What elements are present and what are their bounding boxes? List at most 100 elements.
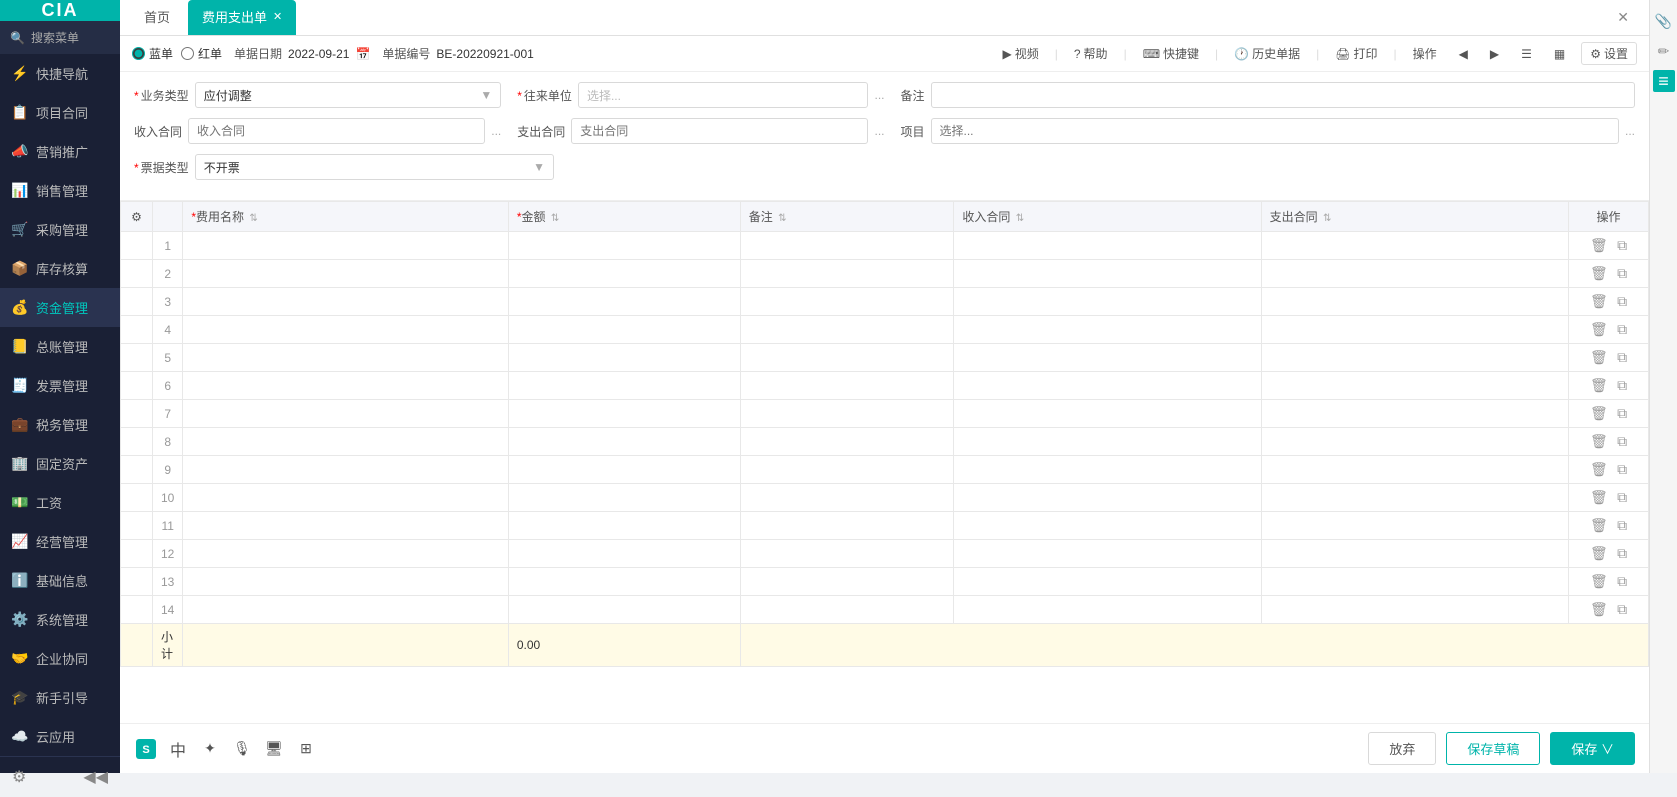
- row-income-contract-cell[interactable]: [954, 372, 1261, 400]
- delete-icon[interactable]: 🗑: [1590, 461, 1608, 477]
- right-panel-icon-2[interactable]: ✏: [1653, 40, 1675, 62]
- row-expense-name-cell[interactable]: [183, 260, 509, 288]
- delete-icon[interactable]: 🗑: [1590, 489, 1608, 505]
- row-expense-name-cell[interactable]: [183, 512, 509, 540]
- row-income-contract-cell[interactable]: [954, 456, 1261, 484]
- row-income-contract-cell[interactable]: [954, 568, 1261, 596]
- nav-prev-btn[interactable]: ◀: [1453, 45, 1474, 63]
- save-draft-button[interactable]: 保存草稿: [1446, 732, 1540, 765]
- row-expense-contract-cell[interactable]: [1261, 596, 1568, 624]
- to-unit-select[interactable]: 选择...: [578, 82, 869, 108]
- copy-icon[interactable]: ⧉: [1617, 349, 1627, 365]
- sidebar-item-base-info[interactable]: ℹ️ 基础信息: [0, 561, 120, 600]
- shortcut-btn[interactable]: ⌨ 快捷键: [1137, 43, 1205, 64]
- row-expense-name-cell[interactable]: [183, 428, 509, 456]
- print-btn[interactable]: 🖨 打印: [1329, 43, 1383, 64]
- col-income-contract[interactable]: 收入合同 ⇅: [954, 202, 1261, 232]
- row-expense-contract-cell[interactable]: [1261, 568, 1568, 596]
- row-expense-name-cell[interactable]: [183, 596, 509, 624]
- sidebar-search[interactable]: 🔍 搜索菜单: [0, 21, 120, 54]
- copy-icon[interactable]: ⧉: [1617, 321, 1627, 337]
- row-expense-contract-cell[interactable]: [1261, 232, 1568, 260]
- sidebar-item-quick-nav[interactable]: ⚡ 快捷导航: [0, 54, 120, 93]
- col-note[interactable]: 备注 ⇅: [740, 202, 954, 232]
- sidebar-item-sales[interactable]: 📊 销售管理: [0, 171, 120, 210]
- row-note-cell[interactable]: [740, 400, 954, 428]
- sidebar-item-fund[interactable]: 💰 资金管理: [0, 288, 120, 327]
- tab-home[interactable]: 首页: [130, 0, 184, 35]
- delete-icon[interactable]: 🗑: [1590, 433, 1608, 449]
- row-note-cell[interactable]: [740, 484, 954, 512]
- row-amount-cell[interactable]: [508, 568, 740, 596]
- expense-contract-input[interactable]: [571, 118, 868, 144]
- copy-icon[interactable]: ⧉: [1617, 573, 1627, 589]
- row-expense-contract-cell[interactable]: [1261, 540, 1568, 568]
- row-expense-name-cell[interactable]: [183, 540, 509, 568]
- sort-icon[interactable]: ⇅: [551, 213, 559, 224]
- row-expense-contract-cell[interactable]: [1261, 316, 1568, 344]
- row-amount-cell[interactable]: [508, 456, 740, 484]
- row-note-cell[interactable]: [740, 288, 954, 316]
- settings-button[interactable]: ⚙ 设置: [1581, 42, 1637, 65]
- sidebar-item-cloud[interactable]: ☁️ 云应用: [0, 717, 120, 756]
- delete-icon[interactable]: 🗑: [1590, 573, 1608, 589]
- income-contract-input[interactable]: [188, 118, 485, 144]
- row-amount-cell[interactable]: [508, 260, 740, 288]
- copy-icon[interactable]: ⧉: [1617, 405, 1627, 421]
- copy-icon[interactable]: ⧉: [1617, 237, 1627, 253]
- window-close-btn[interactable]: ✕: [1613, 7, 1633, 28]
- row-income-contract-cell[interactable]: [954, 260, 1261, 288]
- bottom-icon-4[interactable]: 🖥: [262, 737, 286, 761]
- row-income-contract-cell[interactable]: [954, 428, 1261, 456]
- copy-icon[interactable]: ⧉: [1617, 377, 1627, 393]
- sidebar-item-guide[interactable]: 🎓 新手引导: [0, 678, 120, 717]
- row-amount-cell[interactable]: [508, 428, 740, 456]
- row-expense-contract-cell[interactable]: [1261, 428, 1568, 456]
- row-note-cell[interactable]: [740, 512, 954, 540]
- row-expense-contract-cell[interactable]: [1261, 260, 1568, 288]
- copy-icon[interactable]: ⧉: [1617, 293, 1627, 309]
- delete-icon[interactable]: 🗑: [1590, 293, 1608, 309]
- col-amount[interactable]: *金额 ⇅: [508, 202, 740, 232]
- radio-blue-label[interactable]: 蓝单: [132, 45, 173, 62]
- col-settings[interactable]: ⚙: [121, 202, 153, 232]
- copy-icon[interactable]: ⧉: [1617, 433, 1627, 449]
- row-expense-name-cell[interactable]: [183, 400, 509, 428]
- history-btn[interactable]: 🕐 历史单据: [1228, 43, 1306, 64]
- row-expense-name-cell[interactable]: [183, 372, 509, 400]
- row-expense-contract-cell[interactable]: [1261, 344, 1568, 372]
- row-income-contract-cell[interactable]: [954, 512, 1261, 540]
- row-amount-cell[interactable]: [508, 484, 740, 512]
- right-panel-icon-3[interactable]: ≡: [1653, 70, 1675, 92]
- row-note-cell[interactable]: [740, 344, 954, 372]
- sidebar-item-ledger[interactable]: 📒 总账管理: [0, 327, 120, 366]
- help-btn[interactable]: ? 帮助: [1068, 43, 1114, 64]
- sort-icon[interactable]: ⇅: [249, 213, 257, 224]
- video-btn[interactable]: ▶ 视频: [996, 43, 1044, 64]
- sidebar-item-ops[interactable]: 📈 经营管理: [0, 522, 120, 561]
- col-expense-contract[interactable]: 支出合同 ⇅: [1261, 202, 1568, 232]
- row-amount-cell[interactable]: [508, 540, 740, 568]
- delete-icon[interactable]: 🗑: [1590, 349, 1608, 365]
- row-income-contract-cell[interactable]: [954, 400, 1261, 428]
- expense-contract-dots[interactable]: ...: [874, 124, 884, 138]
- delete-icon[interactable]: 🗑: [1590, 405, 1608, 421]
- copy-icon[interactable]: ⧉: [1617, 461, 1627, 477]
- row-note-cell[interactable]: [740, 540, 954, 568]
- sidebar-item-tax[interactable]: 💼 税务管理: [0, 405, 120, 444]
- bottom-icon-3[interactable]: 🎙: [230, 737, 254, 761]
- col-expense-name[interactable]: *费用名称 ⇅: [183, 202, 509, 232]
- row-expense-contract-cell[interactable]: [1261, 400, 1568, 428]
- row-income-contract-cell[interactable]: [954, 484, 1261, 512]
- row-expense-contract-cell[interactable]: [1261, 372, 1568, 400]
- row-expense-contract-cell[interactable]: [1261, 288, 1568, 316]
- row-income-contract-cell[interactable]: [954, 344, 1261, 372]
- view-list-btn[interactable]: ☰: [1515, 45, 1538, 63]
- row-expense-name-cell[interactable]: [183, 568, 509, 596]
- sidebar-item-inventory[interactable]: 📦 库存核算: [0, 249, 120, 288]
- row-note-cell[interactable]: [740, 372, 954, 400]
- delete-icon[interactable]: 🗑: [1590, 321, 1608, 337]
- remark-input[interactable]: [931, 82, 1635, 108]
- row-amount-cell[interactable]: [508, 400, 740, 428]
- copy-icon[interactable]: ⧉: [1617, 517, 1627, 533]
